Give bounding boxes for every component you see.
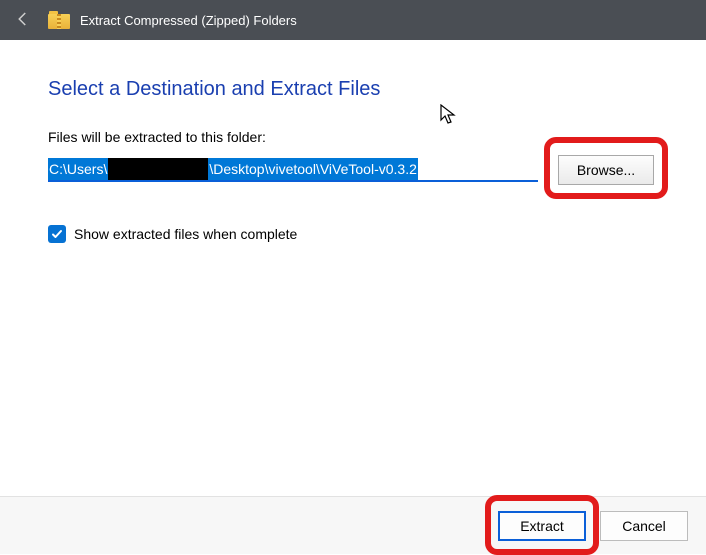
path-prefix: C:\Users\ <box>48 158 108 180</box>
browse-button[interactable]: Browse... <box>558 155 654 185</box>
titlebar: Extract Compressed (Zipped) Folders <box>0 0 706 40</box>
show-files-checkbox[interactable] <box>48 225 66 243</box>
path-suffix: \Desktop\vivetool\ViVeTool-v0.3.2 <box>208 158 418 180</box>
path-redacted <box>108 158 208 180</box>
wizard-content: Select a Destination and Extract Files F… <box>0 40 706 243</box>
window-title: Extract Compressed (Zipped) Folders <box>80 13 297 28</box>
destination-label: Files will be extracted to this folder: <box>48 129 658 145</box>
show-files-label: Show extracted files when complete <box>74 226 297 242</box>
zipped-folder-icon <box>48 11 70 29</box>
back-arrow-icon[interactable] <box>8 6 38 35</box>
dialog-footer: Extract Cancel <box>0 496 706 554</box>
destination-path-input[interactable]: C:\Users\ \Desktop\vivetool\ViVeTool-v0.3… <box>48 158 538 182</box>
page-heading: Select a Destination and Extract Files <box>48 78 658 101</box>
extract-button[interactable]: Extract <box>498 511 586 541</box>
cancel-button[interactable]: Cancel <box>600 511 688 541</box>
